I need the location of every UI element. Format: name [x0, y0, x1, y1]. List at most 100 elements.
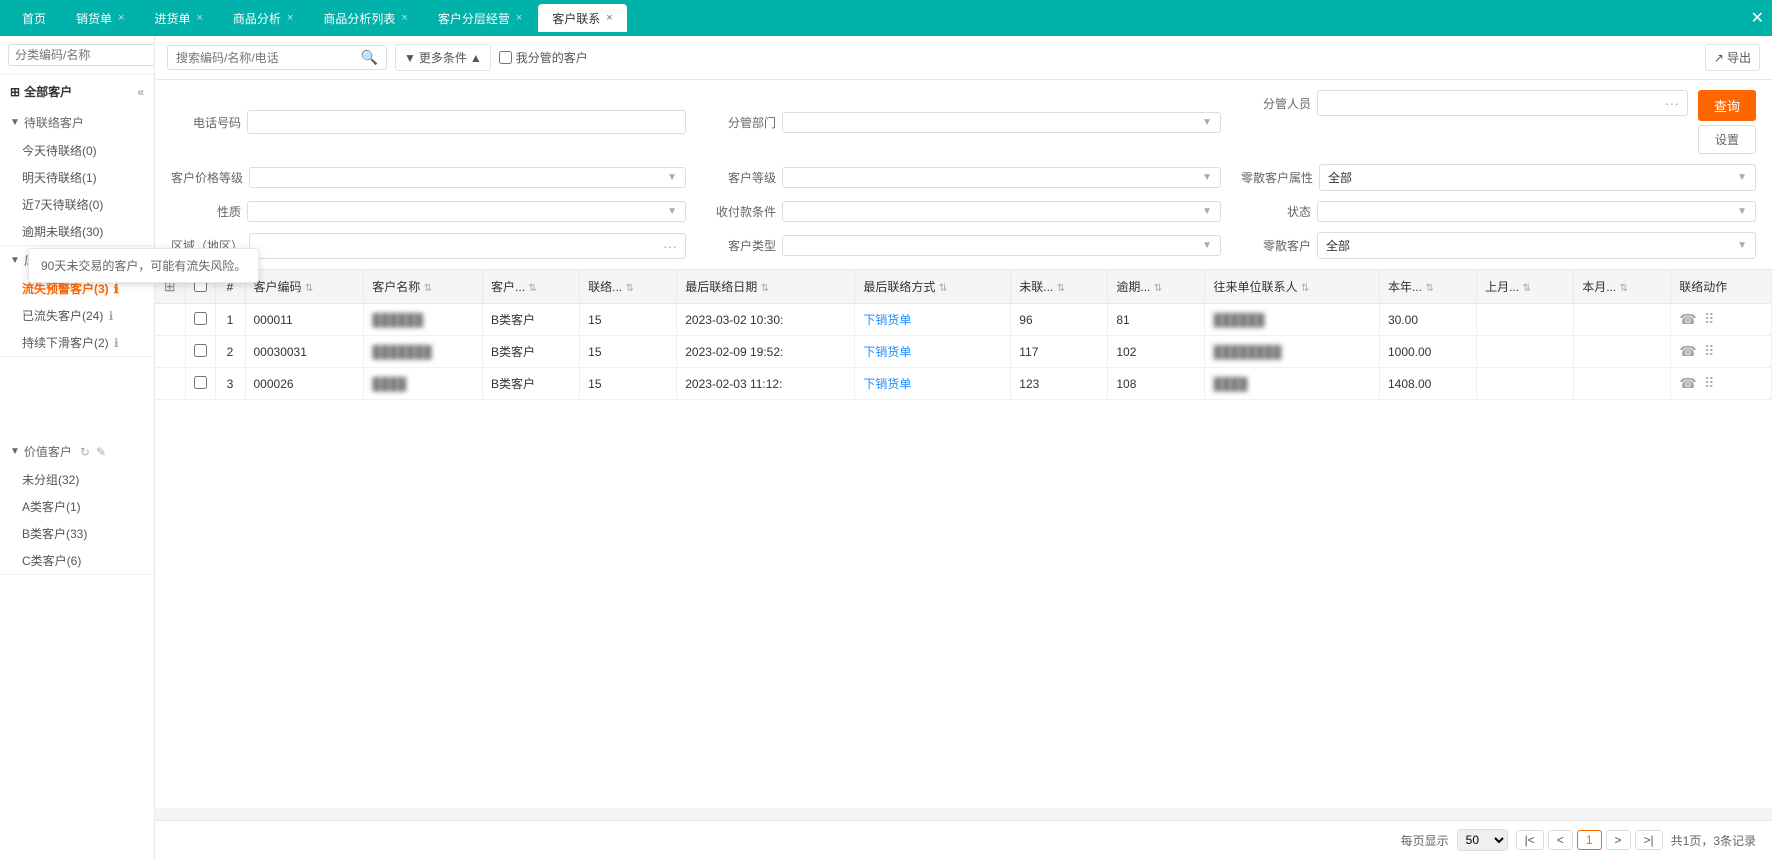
- zero-attr-select[interactable]: 全部 ▼: [1319, 164, 1756, 191]
- data-table-area: ⊞ # 客户编码 ⇅ 客户名称 ⇅: [155, 270, 1772, 808]
- sidebar-item-c-class[interactable]: C类客户(6): [0, 547, 154, 574]
- chevron-down-icon-3: ▼: [10, 446, 20, 457]
- close-tab-analysis-list[interactable]: ×: [401, 12, 407, 24]
- th-this-month[interactable]: 本月... ⇅: [1574, 270, 1671, 304]
- last-method-link-2[interactable]: 下销货单: [863, 345, 911, 359]
- close-tab-contact[interactable]: ×: [606, 12, 612, 24]
- sidebar-group-value-title[interactable]: ▼ 价值客户 ↻ ✎: [0, 437, 154, 466]
- tab-sales-order[interactable]: 销货单 ×: [62, 4, 138, 32]
- sidebar-item-today-pending[interactable]: 今天待联络(0): [0, 137, 154, 164]
- tab-customer-tiering[interactable]: 客户分层经营 ×: [424, 4, 536, 32]
- region-select[interactable]: ···: [249, 233, 686, 259]
- th-type[interactable]: 客户... ⇅: [483, 270, 580, 304]
- th-contacts[interactable]: 往来单位联系人 ⇅: [1205, 270, 1379, 304]
- refresh-icon[interactable]: ↻: [80, 445, 90, 459]
- first-page-btn[interactable]: |<: [1516, 830, 1544, 850]
- per-page-label: 每页显示: [1401, 832, 1449, 849]
- action-menu-icon-2[interactable]: ⠿: [1704, 343, 1714, 359]
- price-level-select[interactable]: ▼: [249, 167, 686, 188]
- tab-product-analysis-list[interactable]: 商品分析列表 ×: [309, 4, 421, 32]
- sidebar-group-pending-title[interactable]: ▼ 待联络客户: [0, 108, 154, 137]
- th-unlisted[interactable]: 未联... ⇅: [1011, 270, 1108, 304]
- search-icon[interactable]: 🔍: [361, 49, 378, 66]
- th-code[interactable]: 客户编码 ⇅: [245, 270, 364, 304]
- edit-icon[interactable]: ✎: [96, 445, 106, 459]
- th-name[interactable]: 客户名称 ⇅: [364, 270, 483, 304]
- close-tab-analysis[interactable]: ×: [287, 12, 293, 24]
- horizontal-scrollbar[interactable]: [155, 808, 1772, 820]
- query-button[interactable]: 查询: [1698, 90, 1756, 121]
- zero-customer-select[interactable]: 全部 ▼: [1317, 232, 1756, 259]
- th-last-month[interactable]: 上月... ⇅: [1477, 270, 1574, 304]
- dots-icon-region[interactable]: ···: [663, 238, 677, 254]
- payment-select[interactable]: ▼: [782, 201, 1221, 222]
- sidebar-item-overdue-pending[interactable]: 逾期未联络(30): [0, 218, 154, 245]
- td-overdue-2: 102: [1108, 336, 1205, 368]
- top-tab-bar: 首页 销货单 × 进货单 × 商品分析 × 商品分析列表 × 客户分层经营 × …: [0, 0, 1772, 36]
- status-select[interactable]: ▼: [1317, 201, 1756, 222]
- sidebar-item-a-class[interactable]: A类客户(1): [0, 493, 154, 520]
- dept-select[interactable]: ▼: [782, 112, 1221, 133]
- more-conditions-btn[interactable]: ▼ 更多条件 ▲: [395, 44, 491, 71]
- sidebar-item-b-class[interactable]: B类客户(33): [0, 520, 154, 547]
- th-overdue[interactable]: 逾期... ⇅: [1108, 270, 1205, 304]
- td-last-date-2: 2023-02-09 19:52:: [677, 336, 855, 368]
- action-phone-icon-2[interactable]: ☎: [1679, 343, 1696, 359]
- th-last-method[interactable]: 最后联络方式 ⇅: [855, 270, 1011, 304]
- td-overdue-3: 108: [1108, 368, 1205, 400]
- customer-level-select[interactable]: ▼: [782, 167, 1221, 188]
- row-checkbox-3[interactable]: [194, 376, 207, 389]
- sidebar-item-churned[interactable]: 已流失客户(24) ℹ: [0, 302, 154, 329]
- td-this-month-1: [1574, 304, 1671, 336]
- sidebar-item-declining[interactable]: 持续下滑客户(2) ℹ: [0, 329, 154, 356]
- setting-button[interactable]: 设置: [1698, 125, 1756, 154]
- my-customers-checkbox-label[interactable]: 我分管的客户: [499, 49, 588, 66]
- customer-type-select[interactable]: ▼: [782, 235, 1221, 256]
- search-input[interactable]: [176, 51, 357, 65]
- chevron-down-icon-status: ▼: [1737, 206, 1747, 217]
- td-contact-2: 15: [580, 336, 677, 368]
- table-row: 2 00030031 ███████ B类客户 15 2023-02-09 19…: [155, 336, 1772, 368]
- th-last-date[interactable]: 最后联络日期 ⇅: [677, 270, 855, 304]
- tab-home[interactable]: 首页: [8, 4, 60, 32]
- close-tab-purchase[interactable]: ×: [196, 12, 202, 24]
- action-menu-icon-3[interactable]: ⠿: [1704, 375, 1714, 391]
- sidebar-item-ungrouped[interactable]: 未分组(32): [0, 466, 154, 493]
- action-menu-icon-1[interactable]: ⠿: [1704, 311, 1714, 327]
- last-page-btn[interactable]: >|: [1635, 830, 1663, 850]
- sort-icon-this-month: ⇅: [1620, 283, 1628, 294]
- tab-purchase-order[interactable]: 进货单 ×: [140, 4, 216, 32]
- manager-select[interactable]: ···: [1317, 90, 1688, 116]
- th-this-year[interactable]: 本年... ⇅: [1379, 270, 1476, 304]
- td-contact-3: 15: [580, 368, 677, 400]
- tab-customer-contact[interactable]: 客户联系 ×: [538, 4, 626, 32]
- last-method-link-1[interactable]: 下销货单: [863, 313, 911, 327]
- row-checkbox-1[interactable]: [194, 312, 207, 325]
- row-checkbox-2[interactable]: [194, 344, 207, 357]
- next-page-btn[interactable]: >: [1606, 830, 1631, 850]
- window-close-button[interactable]: ✕: [1751, 8, 1764, 28]
- tab-product-analysis[interactable]: 商品分析 ×: [219, 4, 307, 32]
- page-size-select[interactable]: 50 100 200: [1457, 829, 1508, 851]
- close-tab-tiering[interactable]: ×: [516, 12, 522, 24]
- close-tab-sales[interactable]: ×: [118, 12, 124, 24]
- sort-icon-contacts: ⇅: [1301, 283, 1309, 294]
- chevron-down-icon: ▼: [10, 117, 20, 128]
- action-phone-icon-3[interactable]: ☎: [1679, 375, 1696, 391]
- gender-select[interactable]: ▼: [247, 201, 686, 222]
- prev-page-btn[interactable]: <: [1548, 830, 1573, 850]
- td-unlisted-2: 117: [1011, 336, 1108, 368]
- sidebar-root-item[interactable]: ⊞ 全部客户 «: [0, 75, 154, 108]
- dots-icon-manager[interactable]: ···: [1665, 95, 1679, 111]
- sidebar-item-7day-pending[interactable]: 近7天待联络(0): [0, 191, 154, 218]
- my-customers-checkbox[interactable]: [499, 51, 512, 64]
- th-contact-count[interactable]: 联络... ⇅: [580, 270, 677, 304]
- sidebar-item-tomorrow-pending[interactable]: 明天待联络(1): [0, 164, 154, 191]
- phone-input[interactable]: [247, 110, 686, 134]
- export-button[interactable]: ↗ 导出: [1705, 44, 1760, 71]
- sidebar-search-input[interactable]: [8, 44, 155, 66]
- action-phone-icon-1[interactable]: ☎: [1679, 311, 1696, 327]
- info-icon-3: ℹ: [114, 336, 119, 350]
- last-method-link-3[interactable]: 下销货单: [863, 377, 911, 391]
- sidebar-collapse-btn[interactable]: «: [137, 85, 144, 99]
